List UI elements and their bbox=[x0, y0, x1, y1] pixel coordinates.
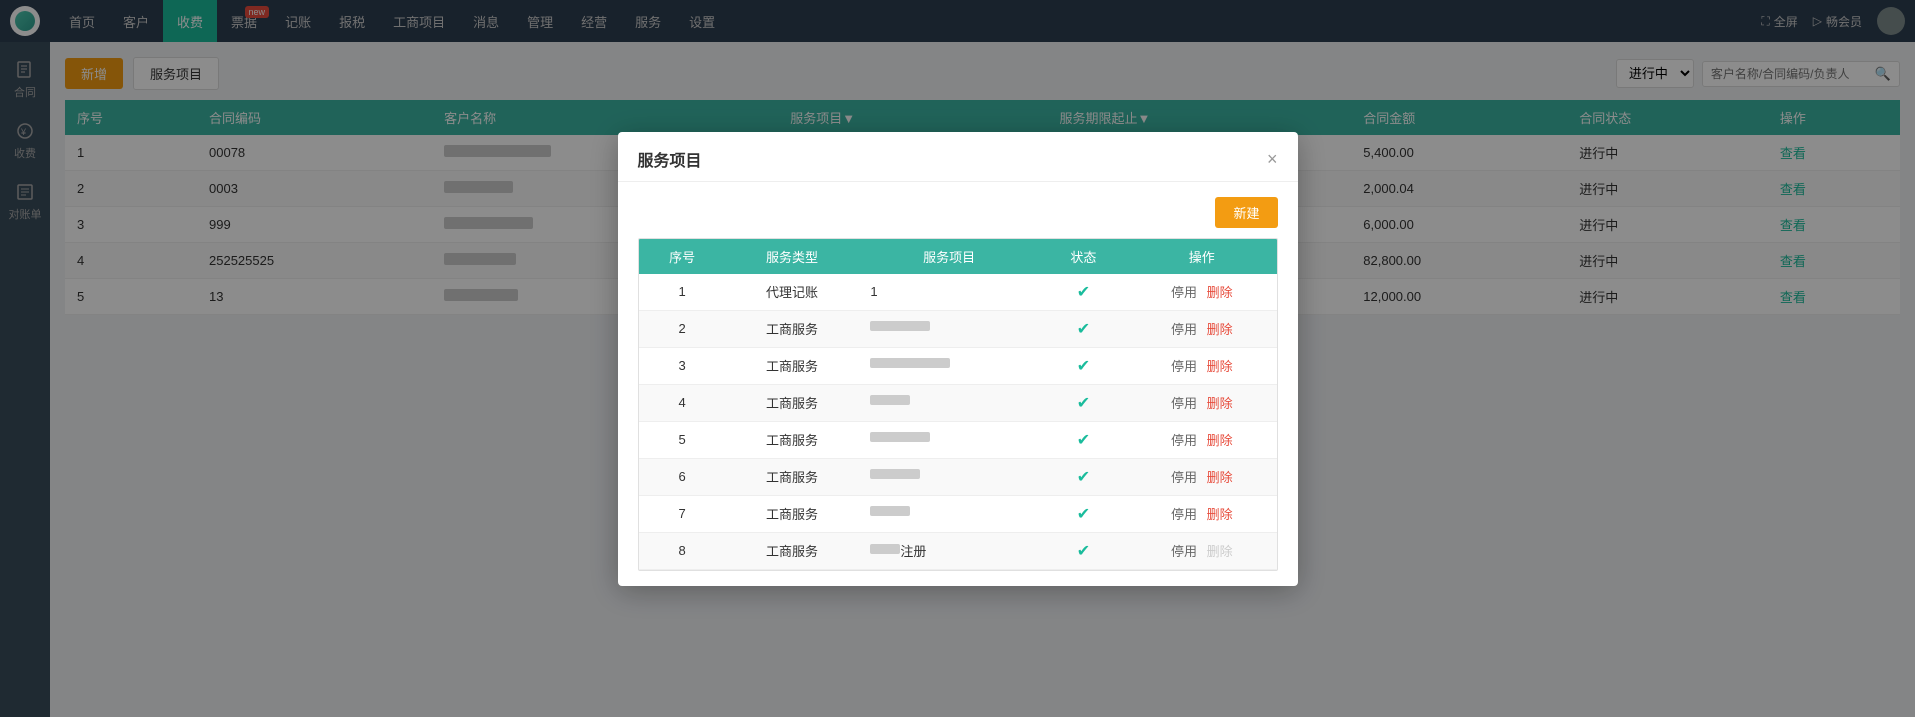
modal-header: 服务项目 × bbox=[618, 132, 1298, 182]
modal-cell-type: 工商服务 bbox=[726, 495, 859, 532]
modal-cell-seq: 4 bbox=[639, 384, 726, 421]
modal-table-row: 8 工商服务 注册 ✔ 停用 删除 bbox=[639, 532, 1277, 569]
item-text: 1 bbox=[870, 284, 877, 299]
modal-cell-action[interactable]: 停用 删除 bbox=[1127, 384, 1276, 421]
delete-btn[interactable]: 删除 bbox=[1207, 396, 1233, 411]
stop-btn[interactable]: 停用 bbox=[1171, 359, 1197, 374]
modal-service-items: 服务项目 × 新建 序号 服务类型 服务项目 状态 操作 bbox=[618, 132, 1298, 586]
modal-cell-type: 工商服务 bbox=[726, 421, 859, 458]
status-check-icon: ✔ bbox=[1077, 358, 1090, 375]
modal-cell-type: 代理记账 bbox=[726, 274, 859, 311]
stop-btn[interactable]: 停用 bbox=[1171, 433, 1197, 448]
modal-table: 序号 服务类型 服务项目 状态 操作 1 代理记账 1 ✔ 停用 删除 2 工商… bbox=[639, 239, 1277, 570]
modal-table-row: 6 工商服务 ✔ 停用 删除 bbox=[639, 458, 1277, 495]
modal-close-btn[interactable]: × bbox=[1267, 150, 1278, 168]
stop-btn[interactable]: 停用 bbox=[1171, 544, 1197, 559]
modal-cell-item bbox=[858, 458, 1039, 495]
modal-table-row: 2 工商服务 ✔ 停用 删除 bbox=[639, 310, 1277, 347]
status-check-icon: ✔ bbox=[1077, 469, 1090, 486]
modal-cell-status: ✔ bbox=[1040, 495, 1127, 532]
modal-cell-seq: 8 bbox=[639, 532, 726, 569]
modal-cell-item bbox=[858, 421, 1039, 458]
delete-btn[interactable]: 删除 bbox=[1207, 359, 1233, 374]
modal-cell-action[interactable]: 停用 删除 bbox=[1127, 421, 1276, 458]
modal-cell-item bbox=[858, 310, 1039, 347]
delete-btn[interactable]: 删除 bbox=[1207, 285, 1233, 300]
modal-title: 服务项目 bbox=[638, 147, 702, 171]
modal-cell-type: 工商服务 bbox=[726, 532, 859, 569]
status-check-icon: ✔ bbox=[1077, 506, 1090, 523]
modal-new-btn[interactable]: 新建 bbox=[1215, 197, 1277, 228]
stop-btn[interactable]: 停用 bbox=[1171, 285, 1197, 300]
modal-cell-action[interactable]: 停用 删除 bbox=[1127, 532, 1276, 569]
modal-cell-type: 工商服务 bbox=[726, 347, 859, 384]
modal-col-seq: 序号 bbox=[639, 239, 726, 274]
modal-cell-seq: 1 bbox=[639, 274, 726, 311]
modal-cell-status: ✔ bbox=[1040, 274, 1127, 311]
modal-cell-status: ✔ bbox=[1040, 347, 1127, 384]
modal-cell-action[interactable]: 停用 删除 bbox=[1127, 274, 1276, 311]
modal-cell-item bbox=[858, 384, 1039, 421]
status-check-icon: ✔ bbox=[1077, 321, 1090, 338]
delete-btn[interactable]: 删除 bbox=[1207, 433, 1233, 448]
modal-toolbar: 新建 bbox=[638, 197, 1278, 228]
stop-btn[interactable]: 停用 bbox=[1171, 396, 1197, 411]
modal-cell-item: 1 bbox=[858, 274, 1039, 311]
delete-btn[interactable]: 删除 bbox=[1207, 507, 1233, 522]
modal-col-status: 状态 bbox=[1040, 239, 1127, 274]
modal-body: 新建 序号 服务类型 服务项目 状态 操作 1 代理记账 bbox=[618, 182, 1298, 586]
delete-btn[interactable]: 删除 bbox=[1207, 470, 1233, 485]
status-check-icon: ✔ bbox=[1077, 284, 1090, 301]
status-check-icon: ✔ bbox=[1077, 543, 1090, 560]
modal-cell-type: 工商服务 bbox=[726, 310, 859, 347]
stop-btn[interactable]: 停用 bbox=[1171, 322, 1197, 337]
status-check-icon: ✔ bbox=[1077, 432, 1090, 449]
modal-table-wrap[interactable]: 序号 服务类型 服务项目 状态 操作 1 代理记账 1 ✔ 停用 删除 2 工商… bbox=[638, 238, 1278, 571]
modal-cell-status: ✔ bbox=[1040, 458, 1127, 495]
modal-cell-seq: 7 bbox=[639, 495, 726, 532]
modal-table-row: 1 代理记账 1 ✔ 停用 删除 bbox=[639, 274, 1277, 311]
stop-btn[interactable]: 停用 bbox=[1171, 470, 1197, 485]
stop-btn[interactable]: 停用 bbox=[1171, 507, 1197, 522]
modal-table-row: 3 工商服务 ✔ 停用 删除 bbox=[639, 347, 1277, 384]
modal-cell-item bbox=[858, 347, 1039, 384]
modal-cell-type: 工商服务 bbox=[726, 458, 859, 495]
modal-cell-status: ✔ bbox=[1040, 310, 1127, 347]
modal-cell-action[interactable]: 停用 删除 bbox=[1127, 495, 1276, 532]
delete-btn[interactable]: 删除 bbox=[1207, 322, 1233, 337]
modal-table-row: 5 工商服务 ✔ 停用 删除 bbox=[639, 421, 1277, 458]
modal-cell-seq: 6 bbox=[639, 458, 726, 495]
modal-col-item: 服务项目 bbox=[858, 239, 1039, 274]
modal-cell-action[interactable]: 停用 删除 bbox=[1127, 458, 1276, 495]
modal-cell-item: 注册 bbox=[858, 532, 1039, 569]
modal-cell-seq: 3 bbox=[639, 347, 726, 384]
modal-cell-status: ✔ bbox=[1040, 532, 1127, 569]
modal-cell-status: ✔ bbox=[1040, 384, 1127, 421]
modal-cell-status: ✔ bbox=[1040, 421, 1127, 458]
modal-col-action: 操作 bbox=[1127, 239, 1276, 274]
modal-cell-item bbox=[858, 495, 1039, 532]
status-check-icon: ✔ bbox=[1077, 395, 1090, 412]
delete-btn[interactable]: 删除 bbox=[1207, 544, 1233, 559]
modal-col-type: 服务类型 bbox=[726, 239, 859, 274]
modal-table-row: 4 工商服务 ✔ 停用 删除 bbox=[639, 384, 1277, 421]
modal-cell-seq: 5 bbox=[639, 421, 726, 458]
modal-cell-action[interactable]: 停用 删除 bbox=[1127, 310, 1276, 347]
item-text: 注册 bbox=[900, 544, 926, 559]
modal-cell-seq: 2 bbox=[639, 310, 726, 347]
modal-table-row: 7 工商服务 ✔ 停用 删除 bbox=[639, 495, 1277, 532]
modal-cell-type: 工商服务 bbox=[726, 384, 859, 421]
modal-cell-action[interactable]: 停用 删除 bbox=[1127, 347, 1276, 384]
modal-overlay[interactable]: 服务项目 × 新建 序号 服务类型 服务项目 状态 操作 bbox=[0, 0, 1915, 717]
